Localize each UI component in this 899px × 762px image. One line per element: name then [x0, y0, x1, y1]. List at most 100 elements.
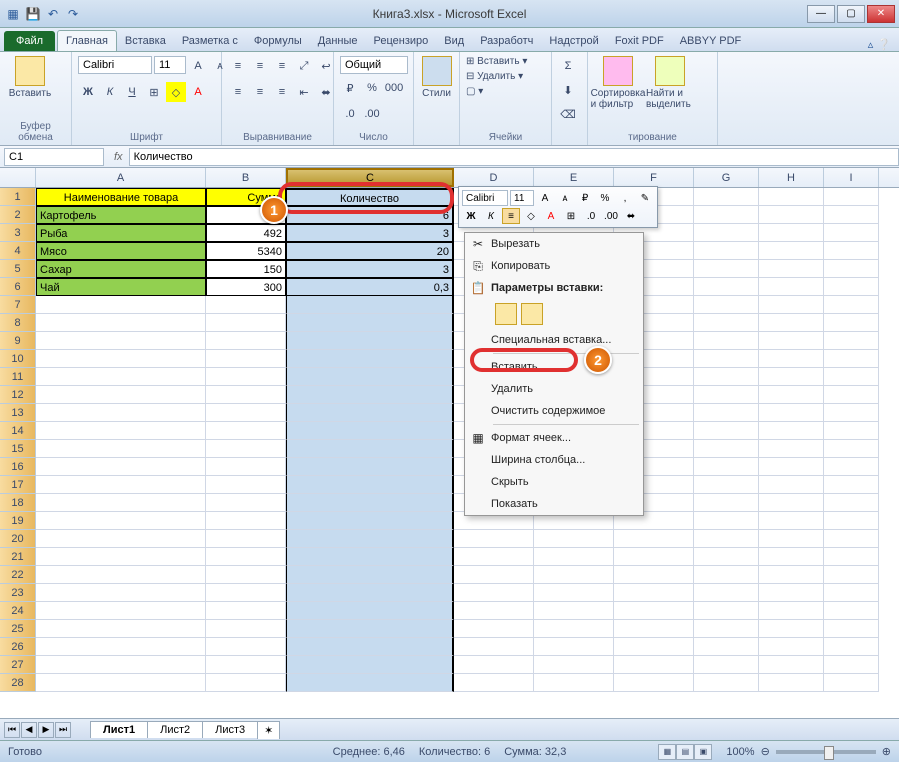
cell[interactable]: [36, 674, 206, 692]
cell[interactable]: [824, 260, 879, 278]
cell[interactable]: [759, 602, 824, 620]
tab-addins[interactable]: Надстрой: [541, 31, 606, 51]
view-break-icon[interactable]: ▣: [694, 744, 712, 760]
cell[interactable]: [759, 620, 824, 638]
cell[interactable]: [824, 386, 879, 404]
orientation-icon[interactable]: ⤢: [294, 56, 314, 76]
zoom-slider[interactable]: [776, 750, 876, 754]
font-size-combo[interactable]: [154, 56, 186, 74]
cell[interactable]: 5340: [206, 242, 286, 260]
tab-view[interactable]: Вид: [436, 31, 472, 51]
mini-fill-icon[interactable]: ◇: [522, 208, 540, 224]
row-header[interactable]: 9: [0, 332, 36, 350]
cell[interactable]: [286, 620, 454, 638]
align-mid-icon[interactable]: ≡: [250, 56, 270, 76]
cell[interactable]: [286, 404, 454, 422]
col-header-i[interactable]: I: [824, 168, 879, 187]
tab-developer[interactable]: Разработч: [472, 31, 541, 51]
col-header-d[interactable]: D: [454, 168, 534, 187]
paste-opt-1[interactable]: [495, 303, 517, 325]
cell[interactable]: [286, 566, 454, 584]
cell[interactable]: [824, 224, 879, 242]
cell[interactable]: [454, 584, 534, 602]
cell[interactable]: [759, 278, 824, 296]
cell[interactable]: [206, 638, 286, 656]
cell[interactable]: [534, 638, 614, 656]
ctx-copy[interactable]: ⎘Копировать: [465, 255, 643, 277]
cell[interactable]: [759, 476, 824, 494]
cell[interactable]: [614, 602, 694, 620]
cell[interactable]: [824, 368, 879, 386]
cell[interactable]: [286, 656, 454, 674]
sheet-nav-prev[interactable]: ◀: [21, 722, 37, 738]
cell[interactable]: [614, 656, 694, 674]
cell[interactable]: [286, 584, 454, 602]
cell[interactable]: Чай: [36, 278, 206, 296]
new-sheet-button[interactable]: ✶: [257, 721, 280, 739]
cell[interactable]: [614, 674, 694, 692]
close-button[interactable]: ✕: [867, 5, 895, 23]
ctx-format-cells[interactable]: ▦Формат ячеек...: [465, 427, 643, 449]
mini-formatpainter-icon[interactable]: ✎: [636, 190, 654, 206]
row-header[interactable]: 16: [0, 458, 36, 476]
cell[interactable]: [694, 332, 759, 350]
mini-bold-button[interactable]: Ж: [462, 208, 480, 224]
col-header-c[interactable]: C: [286, 168, 454, 187]
number-format-combo[interactable]: [340, 56, 408, 74]
row-header[interactable]: 3: [0, 224, 36, 242]
tab-data[interactable]: Данные: [310, 31, 366, 51]
cell[interactable]: [759, 296, 824, 314]
row-header[interactable]: 15: [0, 440, 36, 458]
cell[interactable]: 0,3: [286, 278, 454, 296]
cell[interactable]: [534, 620, 614, 638]
tab-abbyy[interactable]: ABBYY PDF: [672, 31, 750, 51]
col-header-b[interactable]: B: [206, 168, 286, 187]
cell[interactable]: Рыба: [36, 224, 206, 242]
cell[interactable]: Картофель: [36, 206, 206, 224]
maximize-button[interactable]: ▢: [837, 5, 865, 23]
row-header[interactable]: 7: [0, 296, 36, 314]
cell[interactable]: [694, 512, 759, 530]
name-box[interactable]: [4, 148, 104, 166]
row-header[interactable]: 13: [0, 404, 36, 422]
cell[interactable]: [759, 206, 824, 224]
ctx-cut[interactable]: ✂Вырезать: [465, 233, 643, 255]
cell[interactable]: [824, 458, 879, 476]
cell[interactable]: [824, 566, 879, 584]
cell[interactable]: [824, 494, 879, 512]
delete-cells-button[interactable]: ⊟ Удалить ▾: [466, 71, 523, 82]
cell[interactable]: [694, 674, 759, 692]
cell[interactable]: [759, 332, 824, 350]
sheet-nav-first[interactable]: ⏮: [4, 722, 20, 738]
row-header[interactable]: 17: [0, 476, 36, 494]
cell[interactable]: [206, 656, 286, 674]
cell[interactable]: [206, 386, 286, 404]
cell[interactable]: [759, 674, 824, 692]
cell[interactable]: [759, 638, 824, 656]
redo-icon[interactable]: ↷: [64, 5, 82, 23]
cell[interactable]: [694, 584, 759, 602]
cell[interactable]: [824, 314, 879, 332]
cell[interactable]: [824, 584, 879, 602]
cell[interactable]: [286, 638, 454, 656]
col-header-h[interactable]: H: [759, 168, 824, 187]
cell[interactable]: [614, 530, 694, 548]
styles-button[interactable]: Стили: [420, 56, 453, 99]
cell[interactable]: [824, 476, 879, 494]
cell[interactable]: [36, 602, 206, 620]
cell[interactable]: [36, 566, 206, 584]
cell[interactable]: [694, 278, 759, 296]
row-header[interactable]: 12: [0, 386, 36, 404]
cell[interactable]: [759, 512, 824, 530]
cell[interactable]: [286, 314, 454, 332]
align-bot-icon[interactable]: ≡: [272, 56, 292, 76]
cell[interactable]: [824, 602, 879, 620]
cell[interactable]: [824, 638, 879, 656]
sheet-tab-3[interactable]: Лист3: [202, 721, 258, 738]
mini-comma-icon[interactable]: ,: [616, 190, 634, 206]
border-icon[interactable]: ⊞: [144, 82, 164, 102]
cell[interactable]: [759, 242, 824, 260]
row-header[interactable]: 5: [0, 260, 36, 278]
view-normal-icon[interactable]: ▦: [658, 744, 676, 760]
cell[interactable]: [759, 350, 824, 368]
